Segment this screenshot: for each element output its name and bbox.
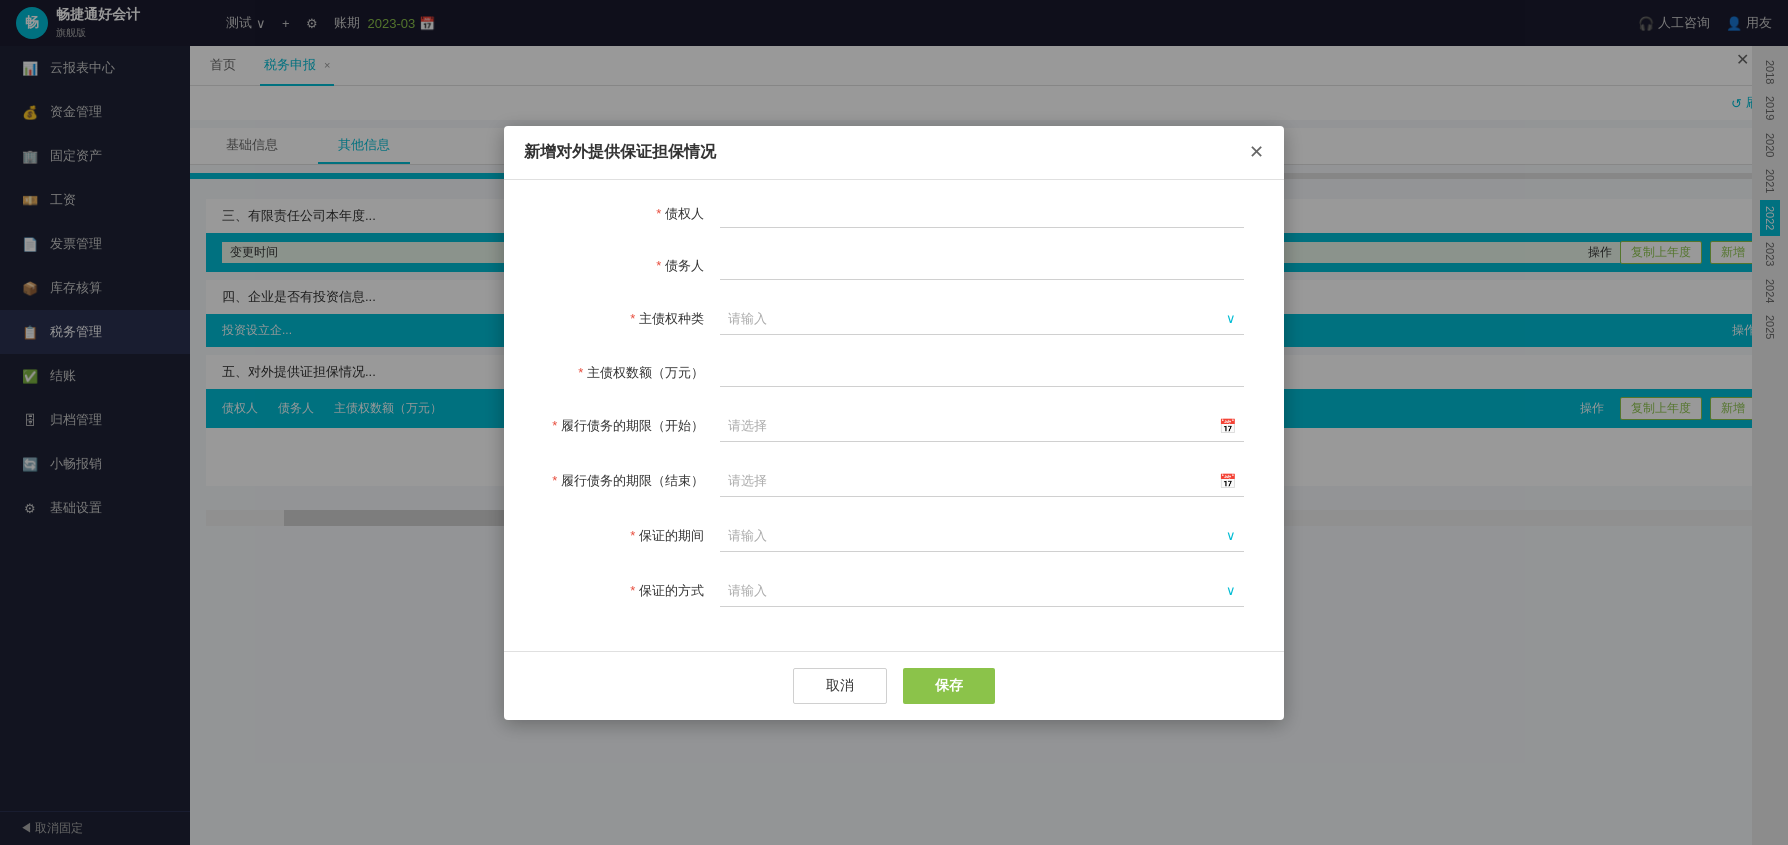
performance-end-datepicker[interactable]: 请选择 📅 bbox=[720, 466, 1244, 497]
form-row-debtor: * 债务人 bbox=[544, 252, 1244, 280]
chevron-down-icon-2: ∨ bbox=[1226, 528, 1236, 543]
form-row-performance-start: * 履行债务的期限（开始） 请选择 📅 bbox=[544, 411, 1244, 442]
dialog-footer: 取消 保存 bbox=[504, 651, 1284, 720]
calendar-icon-end: 📅 bbox=[1219, 473, 1236, 489]
debt-type-select[interactable]: 请输入 ∨ bbox=[720, 304, 1244, 335]
debt-amount-label: * 主债权数额（万元） bbox=[544, 364, 704, 382]
creditor-input[interactable] bbox=[720, 200, 1244, 228]
dialog-header: 新增对外提供保证担保情况 ✕ bbox=[504, 126, 1284, 180]
guarantee-method-select[interactable]: 请输入 ∨ bbox=[720, 576, 1244, 607]
debtor-input[interactable] bbox=[720, 252, 1244, 280]
guarantee-period-label: * 保证的期间 bbox=[544, 527, 704, 545]
performance-end-label: * 履行债务的期限（结束） bbox=[544, 472, 704, 490]
dialog-body: * 债权人 * 债务人 * 主债权种类 请输入 bbox=[504, 180, 1284, 651]
performance-start-label: * 履行债务的期限（开始） bbox=[544, 417, 704, 435]
guarantee-period-select[interactable]: 请输入 ∨ bbox=[720, 521, 1244, 552]
chevron-down-icon-3: ∨ bbox=[1226, 583, 1236, 598]
chevron-down-icon: ∨ bbox=[1226, 311, 1236, 326]
form-row-debt-amount: * 主债权数额（万元） bbox=[544, 359, 1244, 387]
debt-type-label: * 主债权种类 bbox=[544, 310, 704, 328]
modal-overlay: 新增对外提供保证担保情况 ✕ * 债权人 * 债务人 bbox=[0, 0, 1788, 845]
debtor-label: * 债务人 bbox=[544, 257, 704, 275]
calendar-icon: 📅 bbox=[1219, 418, 1236, 434]
form-row-debt-type: * 主债权种类 请输入 ∨ bbox=[544, 304, 1244, 335]
form-row-guarantee-method: * 保证的方式 请输入 ∨ bbox=[544, 576, 1244, 607]
form-row-creditor: * 债权人 bbox=[544, 200, 1244, 228]
creditor-label: * 债权人 bbox=[544, 205, 704, 223]
dialog-close-button[interactable]: ✕ bbox=[1249, 143, 1264, 161]
save-button[interactable]: 保存 bbox=[903, 668, 995, 704]
guarantee-method-label: * 保证的方式 bbox=[544, 582, 704, 600]
dialog-title: 新增对外提供保证担保情况 bbox=[524, 142, 716, 163]
form-row-performance-end: * 履行债务的期限（结束） 请选择 📅 bbox=[544, 466, 1244, 497]
performance-start-datepicker[interactable]: 请选择 📅 bbox=[720, 411, 1244, 442]
debt-amount-input[interactable] bbox=[720, 359, 1244, 387]
cancel-button[interactable]: 取消 bbox=[793, 668, 887, 704]
form-row-guarantee-period: * 保证的期间 请输入 ∨ bbox=[544, 521, 1244, 552]
dialog: 新增对外提供保证担保情况 ✕ * 债权人 * 债务人 bbox=[504, 126, 1284, 720]
